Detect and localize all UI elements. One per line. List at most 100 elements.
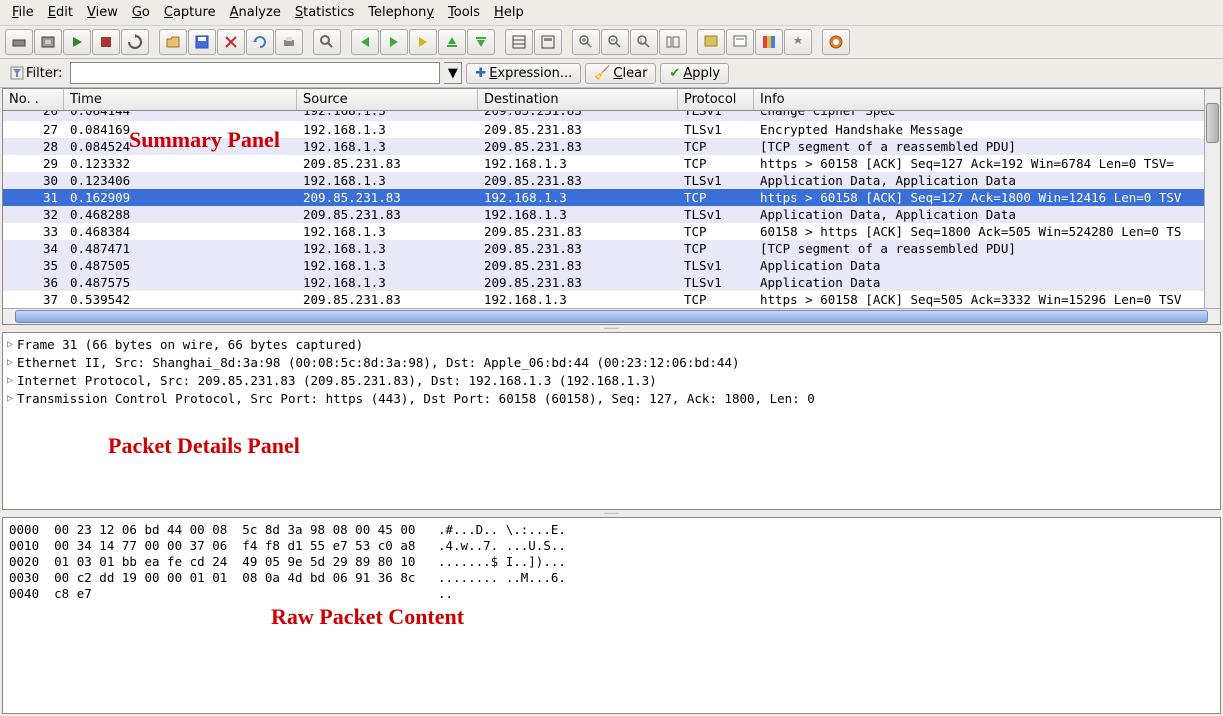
col-source[interactable]: Source [297,89,478,110]
splitter-1[interactable]: ┄┄┄ [0,325,1223,332]
restart-capture-icon[interactable] [121,29,149,55]
menu-go[interactable]: Go [126,2,156,23]
coloring-rules-icon[interactable] [755,29,783,55]
menu-tools[interactable]: Tools [442,2,486,23]
close-icon[interactable] [217,29,245,55]
table-row[interactable]: 330.468384192.168.1.3209.85.231.83TCP601… [3,223,1220,240]
interfaces-icon[interactable] [5,29,33,55]
cell-proto: TCP [678,155,754,172]
detail-line[interactable]: ▷ Transmission Control Protocol, Src Port… [7,389,1216,407]
hex-line[interactable]: 0030 00 c2 dd 19 00 00 01 01 08 0a 4d bd… [9,570,1214,586]
table-row[interactable]: 280.084524192.168.1.3209.85.231.83TCP[TC… [3,138,1220,155]
help-icon[interactable] [822,29,850,55]
cell-src: 209.85.231.83 [297,155,478,172]
col-protocol[interactable]: Protocol [678,89,754,110]
menu-telephony[interactable]: Telephony [362,2,440,23]
capture-options-icon[interactable] [34,29,62,55]
table-row[interactable]: 350.487505192.168.1.3209.85.231.83TLSv1A… [3,257,1220,274]
expand-icon[interactable]: ▷ [7,339,13,350]
horizontal-scrollbar[interactable] [3,308,1220,324]
detail-line[interactable]: ▷Frame 31 (66 bytes on wire, 66 bytes ca… [7,335,1216,353]
zoom-out-icon[interactable] [601,29,629,55]
col-time[interactable]: Time [64,89,297,110]
table-row[interactable]: 290.123332209.85.231.83192.168.1.3TCPhtt… [3,155,1220,172]
filter-input[interactable] [70,62,440,84]
stop-capture-icon[interactable] [92,29,120,55]
cell-proto: TCP [678,223,754,240]
col-destination[interactable]: Destination [478,89,678,110]
go-last-icon[interactable] [467,29,495,55]
menu-analyze[interactable]: Analyze [224,2,287,23]
hex-line[interactable]: 0020 01 03 01 bb ea fe cd 24 49 05 9e 5d… [9,554,1214,570]
table-row[interactable]: 370.539542209.85.231.83192.168.1.3TCPhtt… [3,291,1220,308]
packet-rows[interactable]: 260.084144192.168.1.3209.85.231.83TLSv1C… [3,111,1220,308]
menu-capture[interactable]: Capture [158,2,222,23]
cell-dst: 209.85.231.83 [478,121,678,138]
hex-line[interactable]: 0040 c8 e7 .. [9,586,1214,602]
filter-label-button[interactable]: Filter: [6,64,66,83]
table-row[interactable]: 270.084169192.168.1.3209.85.231.83TLSv1E… [3,121,1220,138]
cell-time: 0.084144 [64,111,297,121]
preferences-icon[interactable] [784,29,812,55]
hex-line[interactable]: 0010 00 34 14 77 00 00 37 06 f4 f8 d1 55… [9,538,1214,554]
main-toolbar: 1 [0,26,1223,59]
filter-dropdown-icon[interactable]: ▼ [444,62,462,84]
menu-help[interactable]: Help [488,2,530,23]
table-row[interactable]: 320.468288209.85.231.83192.168.1.3TLSv1A… [3,206,1220,223]
resize-columns-icon[interactable] [659,29,687,55]
zoom-100-icon[interactable]: 1 [630,29,658,55]
go-first-icon[interactable] [438,29,466,55]
cell-info: Application Data, Application Data [754,172,1220,189]
detail-line[interactable]: ▷Ethernet II, Src: Shanghai_8d:3a:98 (00… [7,353,1216,371]
cell-time: 0.468384 [64,223,297,240]
cell-info: [TCP segment of a reassembled PDU] [754,240,1220,257]
auto-scroll-icon[interactable] [534,29,562,55]
capture-filters-icon[interactable] [697,29,725,55]
col-no[interactable]: No. . [3,89,64,110]
vertical-scrollbar[interactable] [1204,89,1220,308]
menu-view[interactable]: View [81,2,124,23]
detail-text: Transmission Control Protocol, Src Port:… [17,391,815,406]
cell-no: 31 [3,189,64,206]
table-row[interactable]: 300.123406192.168.1.3209.85.231.83TLSv1A… [3,172,1220,189]
find-icon[interactable] [313,29,341,55]
table-row[interactable]: 310.162909209.85.231.83192.168.1.3TCPhtt… [3,189,1220,206]
display-filters-icon[interactable] [726,29,754,55]
hex-line[interactable]: 0000 00 23 12 06 bd 44 00 08 5c 8d 3a 98… [9,522,1214,538]
go-back-icon[interactable] [351,29,379,55]
annotation-details: Packet Details Panel [108,433,300,459]
cell-no: 34 [3,240,64,257]
menu-file[interactable]: File [6,2,40,23]
open-icon[interactable] [159,29,187,55]
expand-icon[interactable]: ▷ [7,357,13,368]
menu-statistics[interactable]: Statistics [289,2,360,23]
detail-line[interactable]: ▷Internet Protocol, Src: 209.85.231.83 (… [7,371,1216,389]
expand-icon[interactable]: ▷ [7,375,13,386]
cell-no: 29 [3,155,64,172]
save-icon[interactable] [188,29,216,55]
cell-time: 0.468288 [64,206,297,223]
colorize-icon[interactable] [505,29,533,55]
go-to-icon[interactable] [409,29,437,55]
table-row[interactable]: 260.084144192.168.1.3209.85.231.83TLSv1C… [3,111,1220,121]
svg-text:1: 1 [639,38,643,45]
expand-icon[interactable]: ▷ [7,393,13,404]
start-capture-icon[interactable] [63,29,91,55]
col-info[interactable]: Info [754,89,1220,110]
menu-edit[interactable]: Edit [42,2,79,23]
filter-label: Filter: [26,66,62,81]
expression-button[interactable]: ✚Expression... [466,63,581,84]
go-forward-icon[interactable] [380,29,408,55]
apply-button[interactable]: ✔Apply [660,63,729,84]
print-icon[interactable] [275,29,303,55]
clear-button[interactable]: 🧹Clear [585,63,656,84]
cell-time: 0.487471 [64,240,297,257]
splitter-2[interactable]: ┄┄┄ [0,510,1223,517]
cell-proto: TCP [678,138,754,155]
table-row[interactable]: 360.487575192.168.1.3209.85.231.83TLSv1A… [3,274,1220,291]
cell-dst: 209.85.231.83 [478,172,678,189]
zoom-in-icon[interactable] [572,29,600,55]
cell-dst: 209.85.231.83 [478,240,678,257]
reload-icon[interactable] [246,29,274,55]
table-row[interactable]: 340.487471192.168.1.3209.85.231.83TCP[TC… [3,240,1220,257]
